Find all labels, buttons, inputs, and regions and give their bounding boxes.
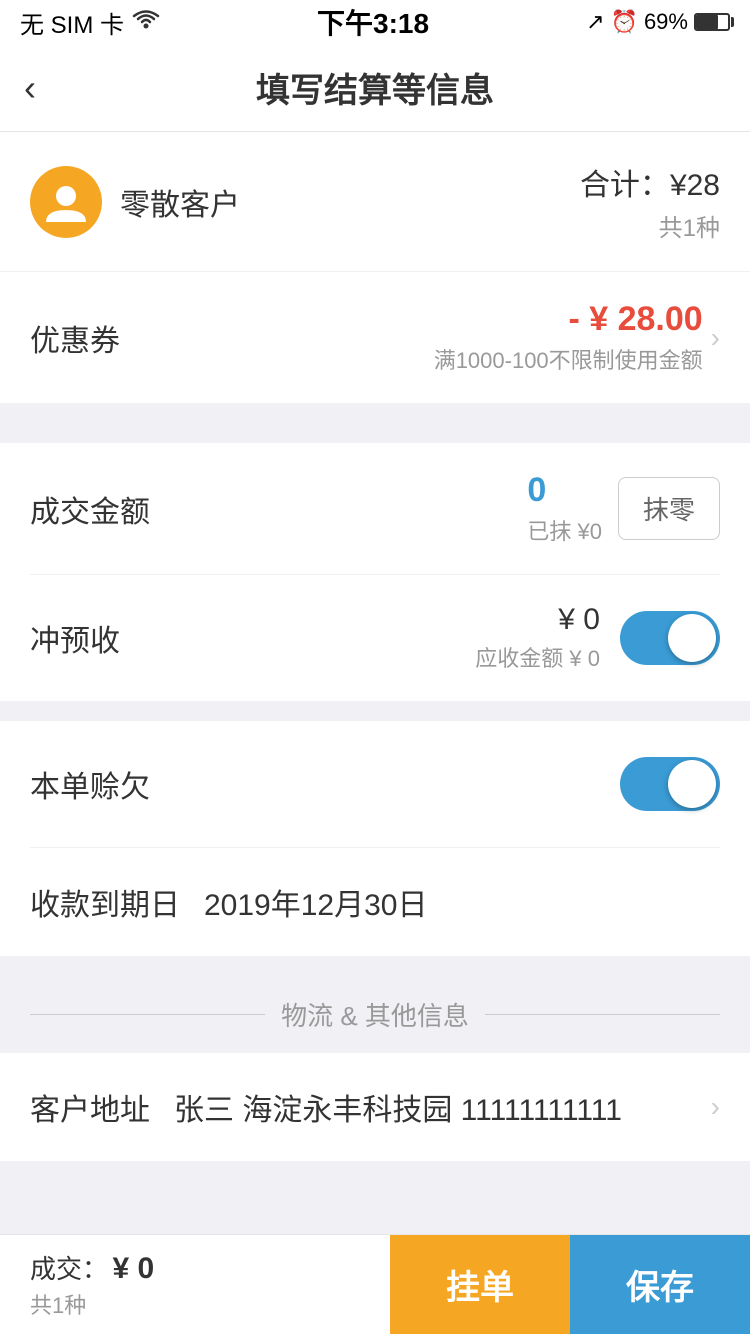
battery-icon [694, 13, 730, 31]
advance-sub: 应收金额 ¥ 0 [475, 641, 600, 673]
bottom-info: 成交： ¥ 0 共1种 [0, 1235, 390, 1334]
advance-toggle[interactable] [620, 611, 720, 665]
customer-total: 合计：¥28 共1种 [580, 160, 720, 243]
sim-status: 无 SIM 卡 [20, 5, 124, 40]
coupon-row[interactable]: 优惠券 - ¥ 28.00 满1000-100不限制使用金额 › [0, 271, 750, 403]
address-label: 客户地址 [30, 1085, 150, 1129]
person-icon [42, 178, 90, 226]
total-amount: 合计：¥28 [580, 160, 720, 204]
deal-amount-label: 成交金额 [30, 487, 150, 531]
status-time: 下午3:18 [317, 2, 429, 42]
advance-right: ¥ 0 应收金额 ¥ 0 [475, 603, 720, 673]
deal-amount-section: 成交金额 0 已抹 ¥0 抹零 冲预收 ¥ 0 应收金额 ¥ 0 [0, 443, 750, 701]
deal-amount-right: 0 已抹 ¥0 抹零 [527, 471, 720, 546]
bottom-bar: 成交： ¥ 0 共1种 挂单 保存 [0, 1234, 750, 1334]
bottom-deal-label: 成交： [30, 1254, 108, 1284]
deal-amount-values: 0 已抹 ¥0 [527, 471, 602, 546]
deal-amount-sub: 已抹 ¥0 [527, 514, 602, 546]
advance-amount: ¥ 0 [475, 603, 600, 637]
deal-amount-value: 0 [527, 471, 602, 510]
page-title: 填写结算等信息 [256, 63, 494, 112]
debt-toggle[interactable] [620, 757, 720, 811]
total-count: 共1种 [580, 208, 720, 243]
advance-values: ¥ 0 应收金额 ¥ 0 [475, 603, 600, 673]
status-bar: 无 SIM 卡 下午3:18 ↗ ⏰ 69% [0, 0, 750, 44]
customer-name: 零散客户 [120, 180, 240, 224]
debt-date-label: 收款到期日 [30, 880, 180, 924]
status-right: ↗ ⏰ 69% [586, 9, 730, 35]
round-off-button[interactable]: 抹零 [618, 477, 720, 540]
toggle-knob [668, 614, 716, 662]
debt-date-row: 收款到期日 2019年12月30日 [30, 848, 720, 956]
advance-label: 冲预收 [30, 616, 120, 660]
hang-order-button[interactable]: 挂单 [390, 1235, 570, 1334]
bottom-deal-amount: ¥ 0 [112, 1252, 154, 1286]
back-button[interactable]: ‹ [24, 67, 36, 109]
coupon-right: - ¥ 28.00 满1000-100不限制使用金额 › [434, 300, 720, 375]
status-left: 无 SIM 卡 [20, 5, 160, 40]
bottom-deal-row: 成交： ¥ 0 [30, 1249, 360, 1286]
gray-separator-1 [0, 423, 750, 443]
nav-bar: ‹ 填写结算等信息 [0, 44, 750, 132]
customer-section: 零散客户 合计：¥28 共1种 优惠券 - ¥ 28.00 满1000-100不… [0, 132, 750, 403]
logistics-title: 物流 & 其他信息 [0, 996, 750, 1033]
address-chevron-icon: › [711, 1091, 720, 1123]
debt-date-value: 2019年12月30日 [204, 880, 427, 924]
chevron-right-icon: › [711, 322, 720, 354]
save-button[interactable]: 保存 [570, 1235, 750, 1334]
debt-label: 本单赊欠 [30, 762, 150, 806]
debt-toggle-knob [668, 760, 716, 808]
bottom-count: 共1种 [30, 1288, 360, 1320]
customer-left: 零散客户 [30, 166, 240, 238]
battery-percent: 69% [644, 9, 688, 35]
coupon-value-block: - ¥ 28.00 满1000-100不限制使用金额 [434, 300, 703, 375]
debt-row: 本单赊欠 [30, 721, 720, 848]
location-icon: ↗ [586, 9, 604, 35]
avatar [30, 166, 102, 238]
deal-amount-row: 成交金额 0 已抹 ¥0 抹零 [30, 443, 720, 575]
debt-section: 本单赊欠 收款到期日 2019年12月30日 [0, 721, 750, 956]
gray-separator-2 [0, 701, 750, 721]
address-row[interactable]: 客户地址 张三 海淀永丰科技园 11111111111 › [30, 1053, 720, 1161]
coupon-desc: 满1000-100不限制使用金额 [434, 343, 703, 375]
address-section: 客户地址 张三 海淀永丰科技园 11111111111 › [0, 1053, 750, 1161]
wifi-icon [132, 8, 160, 36]
address-value: 张三 海淀永丰科技园 11111111111 [174, 1085, 711, 1129]
customer-row: 零散客户 合计：¥28 共1种 [0, 132, 750, 271]
alarm-icon: ⏰ [611, 9, 638, 35]
advance-row: 冲预收 ¥ 0 应收金额 ¥ 0 [30, 575, 720, 701]
coupon-label: 优惠券 [30, 316, 120, 360]
logistics-divider: 物流 & 其他信息 [0, 976, 750, 1053]
coupon-amount: - ¥ 28.00 [434, 300, 703, 339]
